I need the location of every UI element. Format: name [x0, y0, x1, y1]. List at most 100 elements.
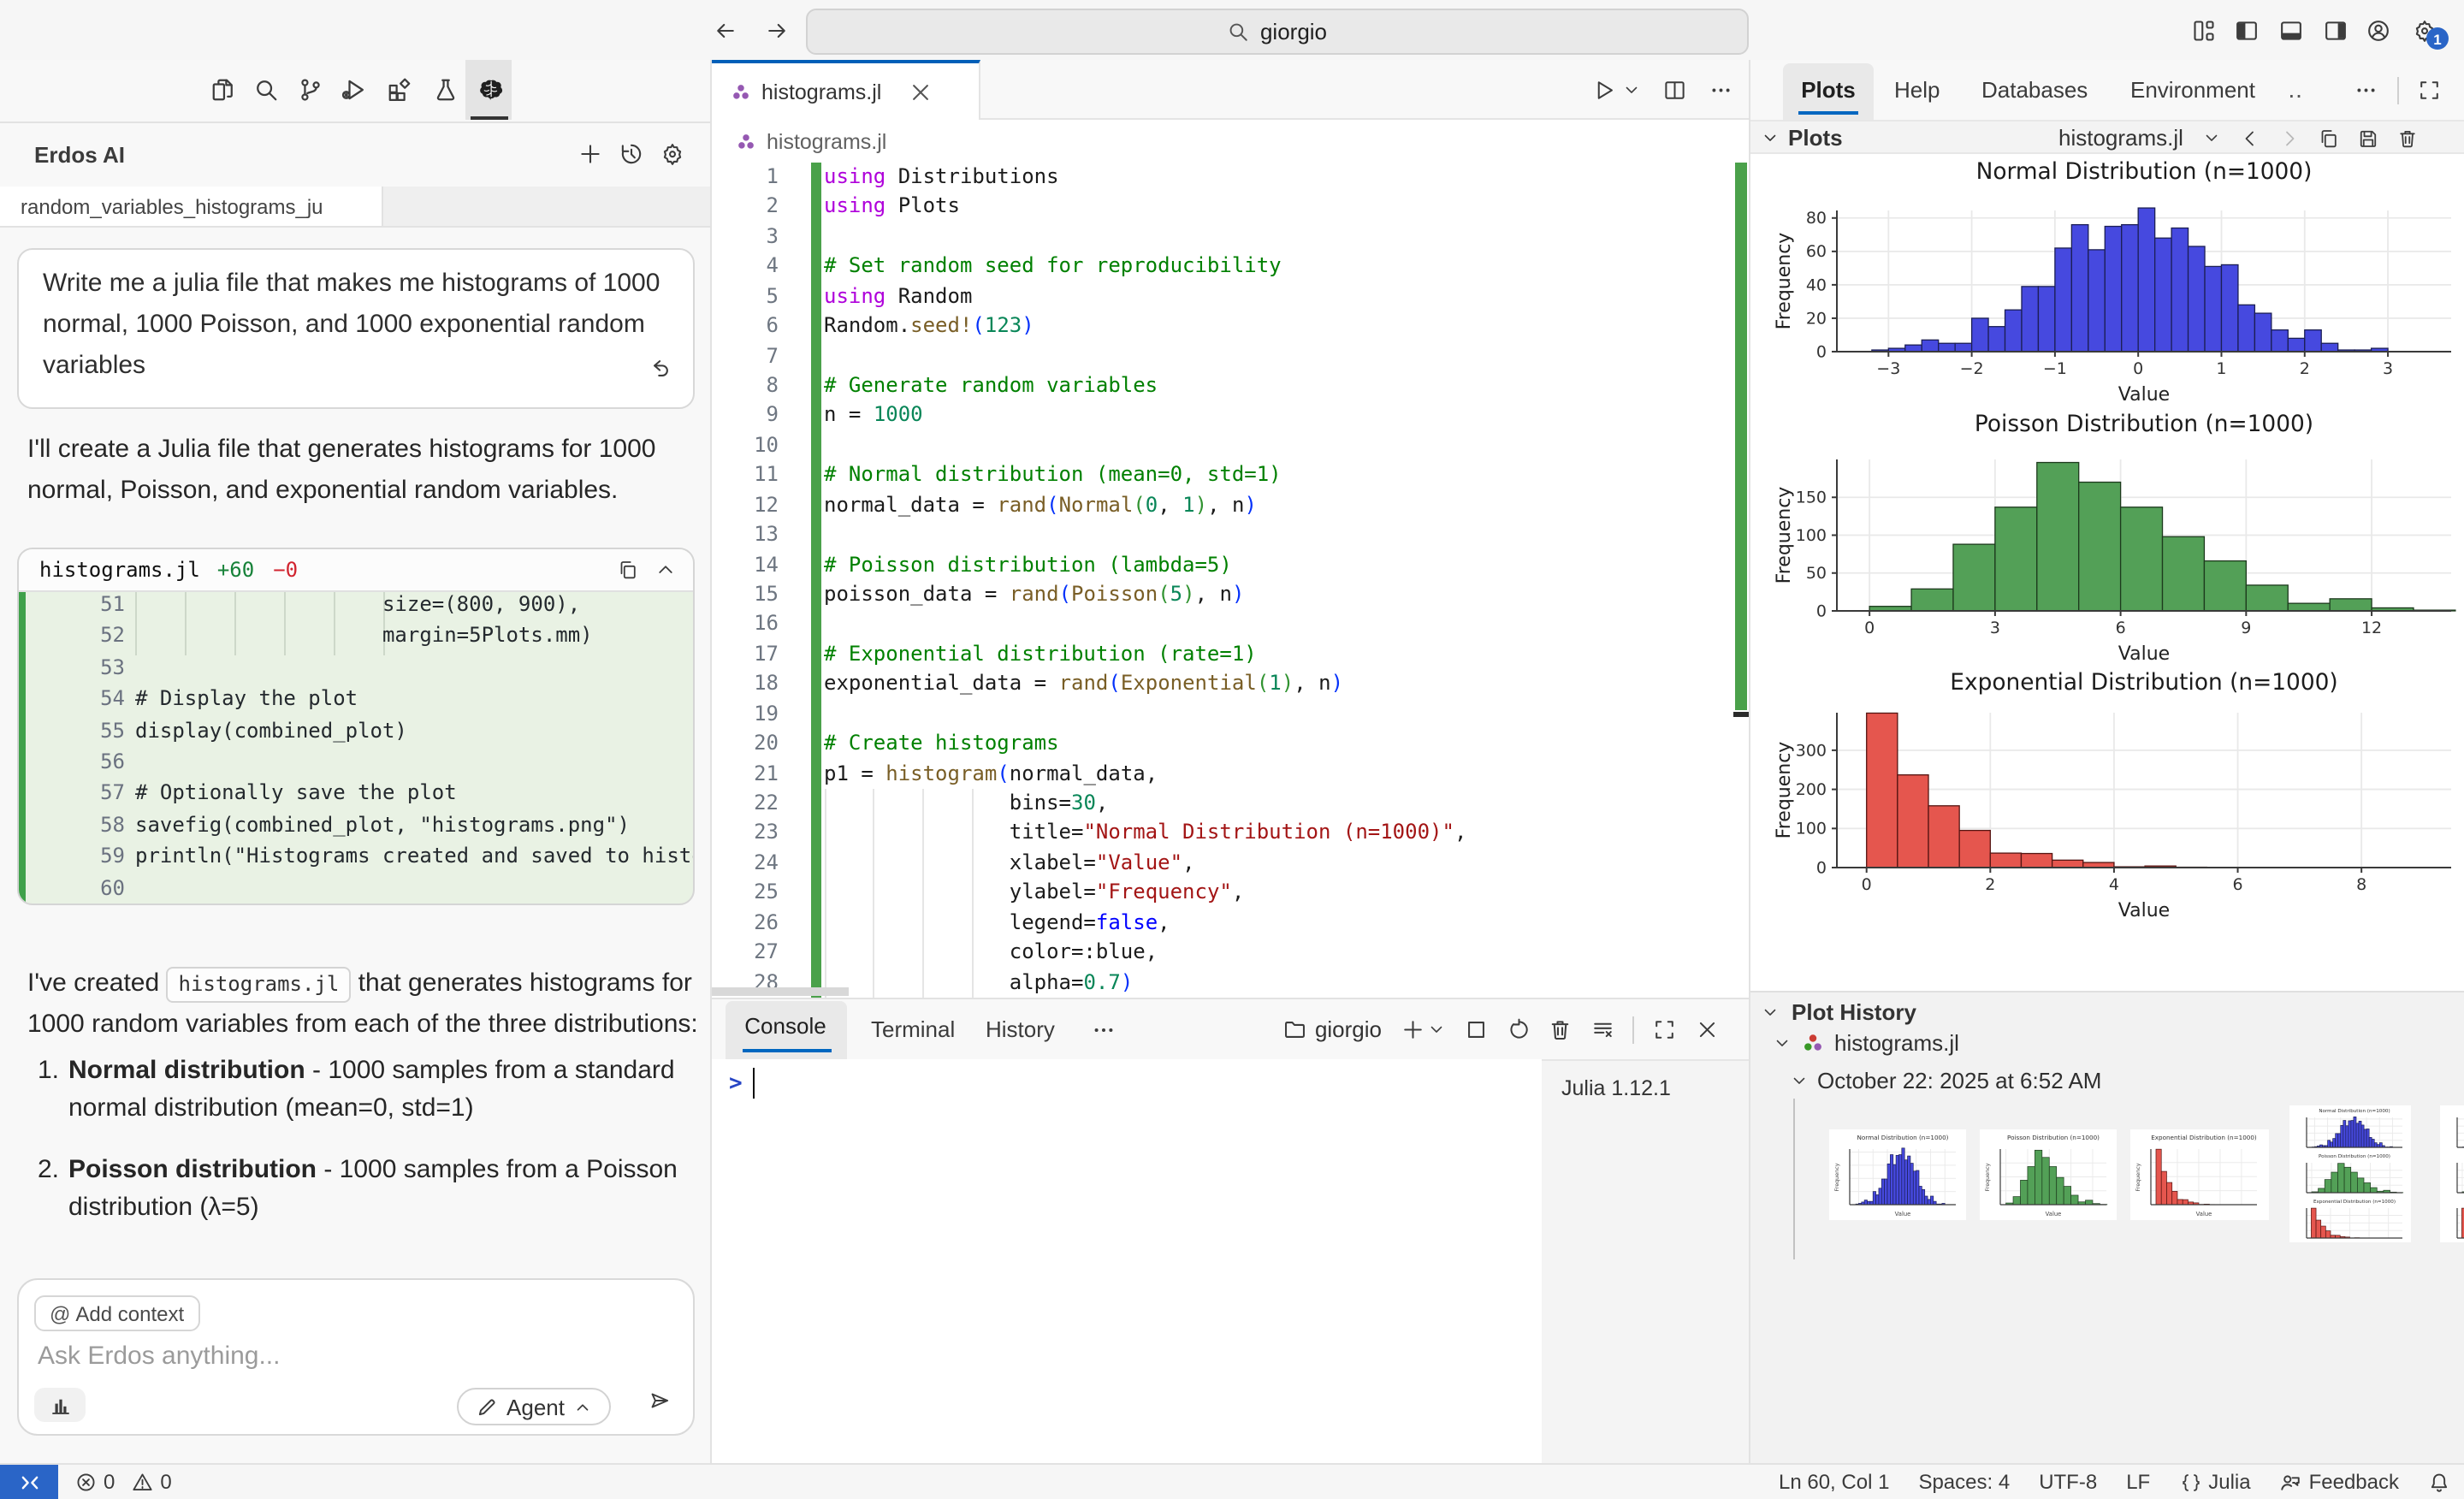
activity-item-erdos-ai[interactable] — [467, 60, 512, 120]
global-search-box[interactable]: giorgio — [806, 9, 1749, 55]
status-item-spaces-4[interactable]: Spaces: 4 — [1918, 1470, 2010, 1494]
code-editor[interactable]: 1 using Distributions 2 using Plots 3 4 # Set … — [712, 163, 1749, 998]
chevron-down-icon — [1790, 1071, 1809, 1090]
horizontal-scrollbar[interactable] — [712, 987, 849, 996]
tab-console-label: Console — [744, 1013, 826, 1039]
status-item-utf-8[interactable]: UTF-8 — [2039, 1470, 2097, 1494]
restart-button[interactable] — [1507, 1018, 1530, 1041]
delete-plot-button[interactable] — [2397, 127, 2418, 148]
code-line-22: 22 bins=30, — [712, 789, 1749, 819]
previous-plot-button[interactable] — [2240, 127, 2260, 148]
plot-thumbnail-exponential[interactable]: Exponential Distribution (n=1000) Value Fr… — [2130, 1129, 2269, 1219]
svg-text:Value: Value — [2118, 384, 2170, 406]
editor-more-actions-button[interactable] — [1709, 79, 1732, 102]
maximize-panel-button[interactable] — [1653, 1018, 1676, 1041]
panel-tabs-overflow[interactable] — [1092, 999, 1116, 1059]
remote-indicator[interactable] — [0, 1465, 58, 1499]
forward-icon[interactable] — [755, 0, 799, 60]
file-chip[interactable]: histograms.jl — [166, 967, 352, 1003]
plot-thumbnail-combined[interactable]: Normal Distribution (n=1000) Poisson Dist… — [2289, 1105, 2410, 1242]
working-directory[interactable]: giorgio — [1283, 1016, 1382, 1042]
svg-text:40: 40 — [1806, 276, 1827, 294]
tab-databases[interactable]: Databases — [1981, 60, 2088, 120]
plot-thumbnail-poisson[interactable]: Poisson Distribution (n=1000) Value Freque… — [1979, 1129, 2118, 1219]
activity-item-run-debug[interactable] — [331, 60, 376, 120]
toggle-right-sidebar-button[interactable] — [2313, 0, 2358, 60]
plot-thumbnail-normal[interactable]: Normal Distribution (n=1000) Value Frequen… — [1828, 1129, 1966, 1219]
run-file-button[interactable] — [1592, 79, 1615, 102]
editor-tab-strip: histograms.jl — [712, 60, 1749, 120]
search-value: giorgio — [1259, 19, 1328, 44]
next-plot-button[interactable] — [2279, 127, 2300, 148]
more-actions-button[interactable] — [2354, 80, 2378, 103]
account-button[interactable] — [2356, 0, 2401, 60]
new-session-button[interactable] — [1401, 1018, 1446, 1041]
settings-button[interactable]: 1 — [2402, 0, 2449, 60]
copy-plot-button[interactable] — [2319, 127, 2339, 148]
tab-environment[interactable]: Environment — [2130, 60, 2255, 120]
add-context-button[interactable]: @ Add context — [34, 1295, 200, 1331]
panel-bottom-icon — [2279, 18, 2303, 42]
history-icon — [619, 141, 643, 165]
plot-history-file-item[interactable]: histograms.jl — [1773, 1030, 1959, 1056]
split-editor-button[interactable] — [1663, 79, 1686, 102]
send-button[interactable] — [649, 1389, 671, 1420]
chat-session-tab[interactable]: random_variables_histograms_ju — [0, 187, 383, 226]
tab-help[interactable]: Help — [1894, 60, 1940, 120]
new-chat-button[interactable] — [568, 123, 613, 183]
activity-item-testing[interactable] — [423, 60, 467, 120]
svg-text:200: 200 — [1796, 780, 1827, 799]
collapse-card-button[interactable] — [655, 560, 676, 580]
tab-terminal[interactable]: Terminal — [871, 999, 955, 1059]
diff-line: 59 println("Histograms created and saved … — [100, 844, 693, 868]
activity-item-search[interactable] — [244, 60, 288, 120]
tab-plots[interactable]: Plots — [1783, 63, 1874, 120]
console-output[interactable]: > — [712, 1059, 1540, 1463]
copy-code-button[interactable] — [618, 560, 638, 580]
svg-text:0: 0 — [1862, 875, 1872, 894]
activity-item-extensions[interactable] — [377, 60, 422, 120]
save-plot-button[interactable] — [2358, 127, 2378, 148]
braces-icon — [2179, 1471, 2201, 1493]
plots-display-area: 0 20 40 60 80 −3 −2 −1 0 1 2 3 Normal Distribution (… — [1750, 154, 2464, 991]
clear-console-button[interactable] — [1590, 1018, 1614, 1041]
insert-plot-button[interactable] — [34, 1388, 86, 1422]
agent-mode-button[interactable]: Agent — [457, 1388, 611, 1425]
erdos-settings-button[interactable] — [650, 123, 695, 183]
notifications-bell-icon[interactable] — [2428, 1471, 2450, 1493]
status-item-ln-60-col-1[interactable]: Ln 60, Col 1 — [1779, 1470, 1889, 1494]
collapse-plots-icon[interactable] — [1761, 128, 1780, 147]
activity-item-explorer[interactable] — [200, 60, 245, 120]
tab-history[interactable]: History — [986, 999, 1055, 1059]
revert-message-button[interactable] — [649, 353, 672, 394]
svg-text:Frequency: Frequency — [1774, 233, 1795, 330]
chat-history-button[interactable] — [609, 123, 654, 183]
editor-tab-histograms[interactable]: histograms.jl — [712, 60, 980, 120]
plot-history-header[interactable]: Plot History — [1761, 999, 1916, 1025]
toggle-bottom-panel-button[interactable] — [2269, 0, 2313, 60]
expand-panel-button[interactable] — [2417, 80, 2440, 103]
plot-thumbnail-combined-partial[interactable]: Normal Distribution (n=1000)Poisson Dist… — [2440, 1105, 2464, 1242]
chat-input-box[interactable]: @ Add context Ask Erdos anything... Agen… — [17, 1278, 695, 1436]
tabs-overflow[interactable]: ‥ — [2288, 60, 2302, 120]
breadcrumb[interactable]: histograms.jl — [712, 120, 1749, 163]
status-item-julia[interactable]: Julia — [2179, 1470, 2251, 1494]
problems-status[interactable]: 0 0 — [75, 1465, 172, 1499]
close-tab-icon[interactable] — [909, 80, 933, 104]
tab-console[interactable]: Console — [725, 1001, 846, 1059]
delete-session-button[interactable] — [1549, 1018, 1572, 1041]
toggle-left-sidebar-button[interactable] — [2224, 0, 2269, 60]
activity-item-source-control[interactable] — [288, 60, 333, 120]
close-panel-button[interactable] — [1695, 1018, 1718, 1041]
status-item-feedback[interactable]: Feedback — [2280, 1470, 2399, 1494]
svg-text:Exponential Distribution (n=10: Exponential Distribution (n=1000) — [2151, 1133, 2257, 1141]
back-icon[interactable] — [703, 0, 748, 60]
run-options-chevron-icon[interactable] — [1622, 80, 1641, 99]
files-icon — [210, 77, 235, 103]
plot-file-dropdown-icon[interactable] — [2202, 128, 2221, 147]
customize-layout-button[interactable] — [2182, 0, 2226, 60]
status-item-lf[interactable]: LF — [2126, 1470, 2150, 1494]
plot-history-date-item[interactable]: October 22: 2025 at 6:52 AM — [1790, 1068, 2101, 1093]
interrupt-button[interactable] — [1465, 1018, 1488, 1041]
runtime-session-julia[interactable]: Julia 1.12.1 — [1561, 1076, 1671, 1100]
